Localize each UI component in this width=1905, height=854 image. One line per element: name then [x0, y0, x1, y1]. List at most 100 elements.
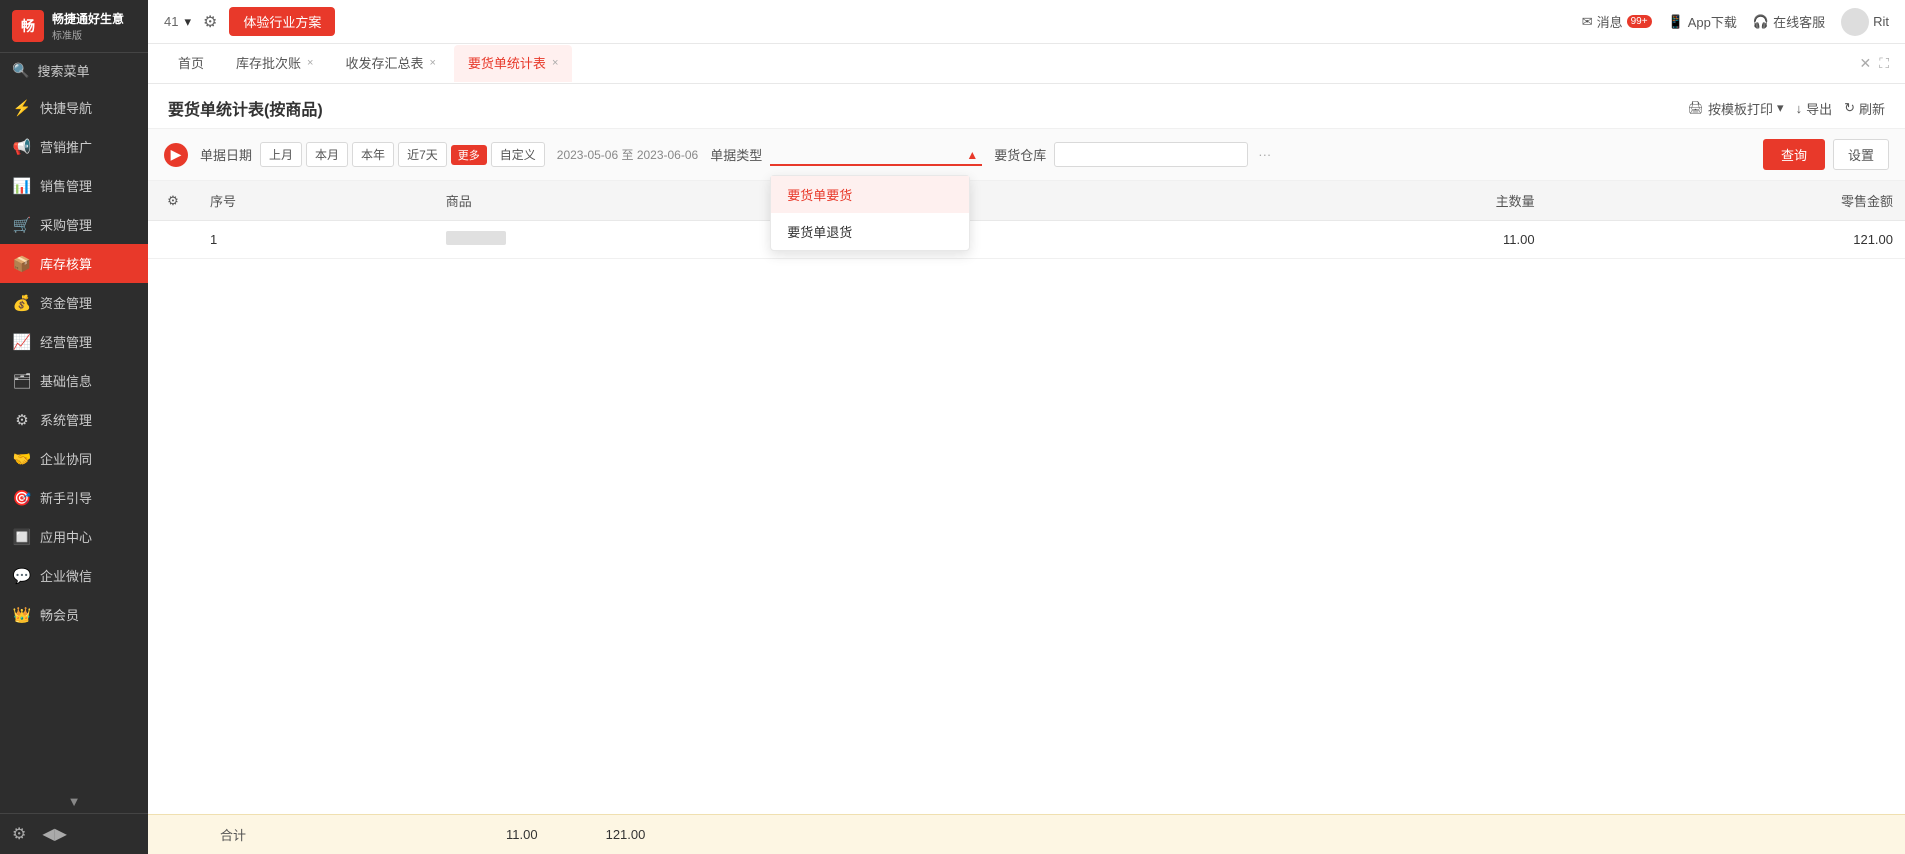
- query-button[interactable]: 查询: [1763, 139, 1825, 170]
- search-menu-label: 搜索菜单: [37, 61, 89, 80]
- data-table-wrap: ⚙ 序号 商品 主计量单位 主数量 零售金额 1: [148, 181, 1905, 814]
- sidebar-item-quick-nav[interactable]: ⚡ 快捷导航: [0, 88, 148, 127]
- refresh-label: 刷新: [1859, 99, 1885, 118]
- export-button[interactable]: ↓ 导出: [1796, 99, 1833, 118]
- filter-actions: 查询 设置: [1763, 139, 1889, 170]
- date-last-month[interactable]: 上月: [260, 142, 302, 167]
- sales-icon: 📊: [12, 177, 32, 195]
- sidebar-item-apps[interactable]: 🔲 应用中心: [0, 517, 148, 556]
- sidebar-item-label: 经营管理: [40, 332, 92, 351]
- settings-button[interactable]: 设置: [1833, 139, 1889, 170]
- company-selector[interactable]: 41 ▾: [164, 14, 191, 30]
- refresh-button[interactable]: ↻ 刷新: [1844, 99, 1885, 118]
- apps-icon: 🔲: [12, 528, 32, 546]
- printer-icon: 🖨: [1688, 100, 1705, 116]
- print-label: 按模板打印: [1708, 99, 1773, 118]
- collapse-icon[interactable]: ◀▶: [42, 824, 67, 844]
- operations-icon: 📈: [12, 333, 32, 351]
- sidebar-item-guide[interactable]: 🎯 新手引导: [0, 478, 148, 517]
- page-title: 要货单统计表(按商品): [168, 96, 323, 120]
- sidebar-item-wechat[interactable]: 💬 企业微信: [0, 556, 148, 595]
- type-filter-label: 单据类型: [710, 145, 762, 164]
- tab-invoice-summary[interactable]: 收发存汇总表 ×: [331, 45, 449, 82]
- sidebar-nav: ⚡ 快捷导航 📢 营销推广 📊 销售管理 🛒 采购管理 📦 库存核算 💰 资金管…: [0, 88, 148, 790]
- trial-button[interactable]: 体验行业方案: [229, 7, 335, 36]
- header-left: 41 ▾ ⚙ 体验行业方案: [164, 7, 335, 36]
- finance-icon: 💰: [12, 294, 32, 312]
- messages-button[interactable]: ✉ 消息 99+: [1582, 12, 1652, 31]
- sidebar-footer: ⚙ ◀▶: [0, 813, 148, 854]
- sidebar-item-inventory[interactable]: 📦 库存核算: [0, 244, 148, 283]
- user-avatar[interactable]: Rit: [1841, 8, 1889, 36]
- col-amount: 零售金额: [1547, 181, 1905, 221]
- tab-order-stats[interactable]: 要货单统计表 ×: [454, 45, 572, 82]
- logo-icon: 畅: [12, 10, 44, 42]
- sidebar-item-purchase[interactable]: 🛒 采购管理: [0, 205, 148, 244]
- dropdown-item-order-return[interactable]: 要货单退货: [771, 213, 969, 250]
- print-button[interactable]: 🖨 按模板打印 ▾: [1688, 99, 1784, 118]
- fullscreen-icon[interactable]: ⛶: [1879, 55, 1889, 72]
- date-filter-label: 单据日期: [200, 145, 252, 164]
- tab-inventory-batch-close[interactable]: ×: [307, 57, 313, 69]
- sidebar-item-marketing[interactable]: 📢 营销推广: [0, 127, 148, 166]
- date-range-text: 2023-05-06 至 2023-06-06: [557, 146, 698, 163]
- type-input[interactable]: [770, 143, 982, 166]
- tab-inventory-batch[interactable]: 库存批次账 ×: [222, 45, 327, 82]
- tab-home-label: 首页: [178, 53, 204, 72]
- headset-icon: 🎧: [1753, 14, 1769, 30]
- system-icon: ⚙: [12, 411, 32, 429]
- header-right: ✉ 消息 99+ 📱 App下载 🎧 在线客服 Rit: [1582, 8, 1889, 36]
- marketing-icon: 📢: [12, 138, 32, 156]
- tab-invoice-summary-close[interactable]: ×: [429, 57, 435, 69]
- user-name: Rit: [1873, 14, 1889, 29]
- top-header: 41 ▾ ⚙ 体验行业方案 ✉ 消息 99+ 📱 App下载 🎧 在线客服 R: [148, 0, 1905, 44]
- tab-order-stats-close[interactable]: ×: [552, 57, 558, 69]
- date-more-button[interactable]: 更多: [451, 145, 487, 165]
- sidebar-item-cooperation[interactable]: 🤝 企业协同: [0, 439, 148, 478]
- sidebar-item-sales[interactable]: 📊 销售管理: [0, 166, 148, 205]
- settings-footer-icon[interactable]: ⚙: [12, 824, 26, 844]
- sidebar-item-system[interactable]: ⚙ 系统管理: [0, 400, 148, 439]
- refresh-icon: ↻: [1844, 100, 1855, 116]
- col-no: 序号: [198, 181, 434, 221]
- sidebar-item-finance[interactable]: 💰 资金管理: [0, 283, 148, 322]
- sidebar-item-members[interactable]: 👑 畅会员: [0, 595, 148, 634]
- members-icon: 👑: [12, 606, 32, 624]
- type-dropdown-menu: 要货单要货 要货单退货: [770, 175, 970, 251]
- export-label: 导出: [1806, 99, 1832, 118]
- expand-filter-button[interactable]: ▶: [164, 143, 188, 167]
- online-service-label: 在线客服: [1773, 12, 1825, 31]
- online-service-button[interactable]: 🎧 在线客服: [1753, 12, 1825, 31]
- tabs-bar: 首页 库存批次账 × 收发存汇总表 × 要货单统计表 × ✕ ⛶: [148, 44, 1905, 84]
- filter-bar: ▶ 单据日期 上月 本月 本年 近7天 更多 自定义 2023-05-06 至 …: [148, 129, 1905, 181]
- sidebar-scroll-down[interactable]: ▼: [0, 790, 148, 813]
- sidebar-item-basic[interactable]: 🗂 基础信息: [0, 361, 148, 400]
- date-this-year[interactable]: 本年: [352, 142, 394, 167]
- tab-invoice-summary-label: 收发存汇总表: [345, 53, 423, 72]
- sidebar-item-label: 系统管理: [40, 410, 92, 429]
- company-id: 41: [164, 14, 178, 29]
- main-area: 41 ▾ ⚙ 体验行业方案 ✉ 消息 99+ 📱 App下载 🎧 在线客服 R: [148, 0, 1905, 854]
- close-window-icon[interactable]: ✕: [1859, 55, 1871, 72]
- dropdown-item-order-request[interactable]: 要货单要货: [771, 176, 969, 213]
- total-amount: 121.00: [606, 827, 646, 842]
- warehouse-more-icon[interactable]: ···: [1258, 147, 1271, 162]
- cooperation-icon: 🤝: [12, 450, 32, 468]
- sidebar-item-label: 采购管理: [40, 215, 92, 234]
- sidebar-item-operations[interactable]: 📈 经营管理: [0, 322, 148, 361]
- total-label: 合计: [220, 825, 246, 844]
- product-placeholder: [446, 231, 506, 245]
- col-settings: ⚙: [148, 181, 198, 221]
- header-gear-icon[interactable]: ⚙: [203, 12, 217, 32]
- app-download-button[interactable]: 📱 App下载: [1668, 12, 1737, 31]
- tab-home[interactable]: 首页: [164, 45, 218, 82]
- date-this-month[interactable]: 本月: [306, 142, 348, 167]
- date-custom-button[interactable]: 自定义: [491, 142, 545, 167]
- warehouse-input[interactable]: [1054, 142, 1248, 167]
- search-menu-button[interactable]: 🔍 搜索菜单: [0, 53, 148, 88]
- print-chevron-icon: ▾: [1777, 100, 1784, 116]
- date-last-7-days[interactable]: 近7天: [398, 142, 447, 167]
- messages-label: 消息: [1597, 12, 1623, 31]
- type-dropdown: ▲ 要货单要货 要货单退货: [770, 143, 982, 166]
- sidebar-item-label: 畅会员: [40, 605, 79, 624]
